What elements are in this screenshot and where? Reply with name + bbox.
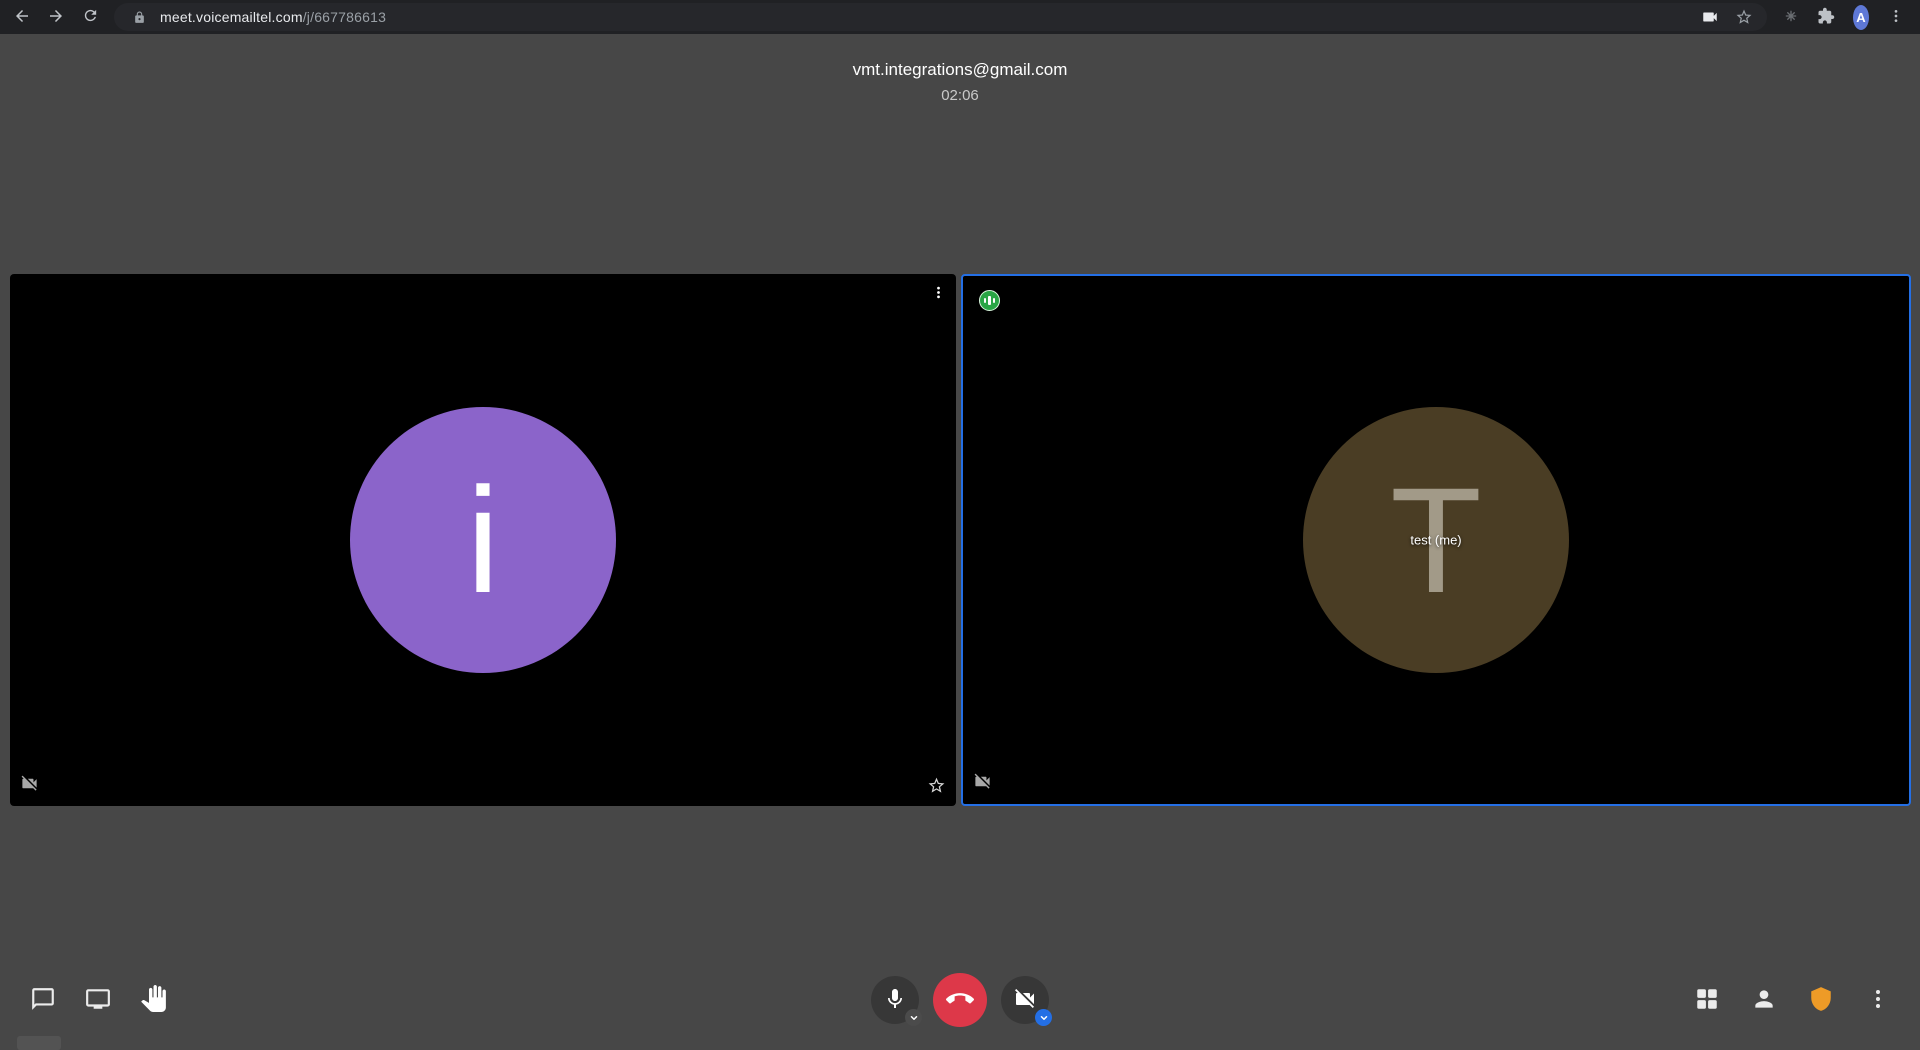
extensions-puzzle-icon — [1817, 7, 1835, 28]
lock-icon[interactable] — [126, 4, 152, 30]
more-options-button[interactable] — [1865, 980, 1891, 1020]
meeting-subject-text: vmt.integrations@gmail.com — [852, 60, 1068, 79]
profile-button[interactable]: A — [1847, 3, 1875, 31]
microphone-options-chevron-icon[interactable] — [905, 1009, 922, 1026]
meeting-subject: vmt.integrations@gmail.com 02:06 — [0, 60, 1920, 104]
shield-path — [1811, 986, 1831, 1011]
toolbar — [0, 955, 1920, 1045]
browser-actions: A — [1777, 3, 1910, 31]
extension-disabled-icon — [1783, 8, 1799, 27]
extension-disabled-button[interactable] — [1777, 3, 1805, 31]
back-button[interactable] — [6, 2, 38, 32]
url-path: /j/667786613 — [302, 9, 387, 25]
browser-menu-button[interactable] — [1882, 3, 1910, 31]
three-dots-vertical-icon — [1866, 987, 1890, 1014]
toolbar-center-group — [871, 973, 1052, 1027]
participant-tile-local[interactable]: T test (me) — [961, 274, 1911, 806]
camera-off-icon — [1013, 987, 1037, 1014]
browser-toolbar: meet.voicemailtel.com/j/667786613 A — [0, 0, 1920, 34]
toolbar-right-group — [1694, 980, 1891, 1020]
screen-share-button[interactable] — [85, 980, 111, 1020]
chat-icon — [30, 986, 56, 1015]
forward-button[interactable] — [40, 2, 72, 32]
participant-tile-remote[interactable]: i — [10, 274, 956, 806]
url-text: meet.voicemailtel.com/j/667786613 — [160, 9, 386, 25]
screen-share-icon — [85, 986, 111, 1015]
tile-view-button[interactable] — [1694, 980, 1720, 1020]
microphone-button[interactable] — [871, 976, 922, 1026]
microphone-icon — [883, 987, 907, 1014]
security-shield-icon — [1808, 986, 1834, 1015]
three-dots-vertical-icon — [931, 286, 946, 303]
reload-button[interactable] — [74, 2, 106, 32]
tab-camera-indicator-icon[interactable] — [1697, 4, 1723, 30]
star-rating-icon[interactable] — [927, 776, 946, 798]
display-name: test (me) — [1410, 532, 1462, 548]
reload-icon — [82, 7, 99, 27]
meeting-stage: vmt.integrations@gmail.com 02:06 i T tes… — [0, 34, 1920, 1050]
hangup-button[interactable] — [933, 973, 987, 1027]
participants-button[interactable] — [1751, 980, 1777, 1020]
chat-button[interactable] — [30, 980, 56, 1020]
camera-options-chevron-icon[interactable] — [1035, 1009, 1052, 1026]
audio-level-indicator-icon — [979, 290, 1000, 311]
bookmark-star-icon[interactable] — [1731, 4, 1757, 30]
camera-off-icon — [973, 772, 992, 796]
forward-icon — [47, 7, 65, 28]
tile-view-icon — [1694, 986, 1720, 1015]
avatar: i — [350, 407, 616, 673]
hangup-icon — [946, 985, 974, 1016]
toolbar-left-group — [30, 980, 166, 1020]
meeting-timer: 02:06 — [941, 87, 979, 104]
three-dots-vertical-icon — [1888, 8, 1904, 27]
participants-icon — [1751, 986, 1777, 1015]
tile-menu-button[interactable] — [929, 283, 948, 305]
security-button[interactable] — [1808, 980, 1834, 1020]
avatar-initial: i — [466, 456, 500, 624]
profile-avatar: A — [1853, 4, 1869, 30]
camera-off-icon — [20, 774, 39, 798]
address-bar[interactable]: meet.voicemailtel.com/j/667786613 — [114, 3, 1767, 31]
camera-button[interactable] — [1001, 976, 1052, 1026]
back-icon — [13, 7, 31, 28]
url-domain: meet.voicemailtel.com — [160, 9, 303, 25]
extensions-button[interactable] — [1812, 3, 1840, 31]
raise-hand-icon — [140, 985, 167, 1015]
raise-hand-button[interactable] — [140, 980, 166, 1020]
